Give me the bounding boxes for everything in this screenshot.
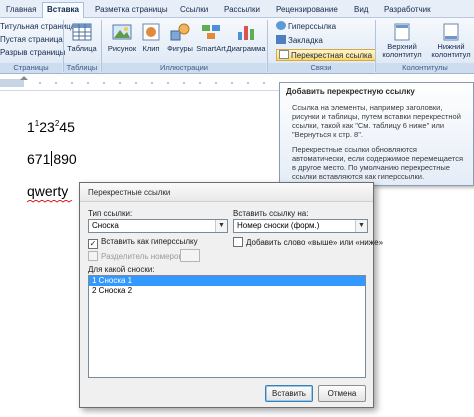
chart-icon: [238, 26, 254, 40]
tab-developer[interactable]: Разработчик: [380, 3, 435, 18]
chart-button[interactable]: Диаграмма: [226, 22, 266, 53]
cover-page-button[interactable]: Титульная страница: [0, 21, 75, 33]
insert-reference-to-select[interactable]: Номер сноски (форм.) ▼: [233, 219, 368, 233]
footnote-list[interactable]: 1 Сноска 1 2 Сноска 2: [88, 275, 366, 378]
picture-button[interactable]: Рисунок: [105, 22, 139, 53]
cross-reference-tooltip: Добавить перекрестную ссылку Ссылка на э…: [279, 82, 474, 186]
group-label-tables: Таблицы: [64, 63, 100, 73]
picture-icon: [112, 24, 132, 40]
footer-button[interactable]: Нижний колонтитул: [428, 22, 474, 59]
bookmark-button[interactable]: Закладка: [276, 35, 323, 47]
horizontal-ruler[interactable]: [0, 75, 280, 91]
reference-type-label: Тип ссылки:: [88, 209, 133, 218]
tab-references[interactable]: Ссылки: [176, 3, 212, 18]
table-button[interactable]: Таблица: [67, 22, 97, 53]
cross-reference-dialog: Перекрестные ссылки Тип ссылки: Сноска ▼…: [79, 182, 383, 408]
checkbox-empty-icon[interactable]: [233, 237, 243, 247]
list-item[interactable]: 1 Сноска 1: [89, 276, 365, 286]
header-button[interactable]: Верхний колонтитул: [379, 22, 425, 59]
clip-art-icon: [142, 23, 160, 41]
include-above-below-checkbox[interactable]: Добавить слово «выше» или «ниже»: [233, 237, 383, 247]
group-label-pages: Страницы: [0, 63, 62, 73]
shapes-button[interactable]: Фигуры: [164, 22, 196, 53]
document-line-2[interactable]: 671 890: [27, 151, 77, 167]
document-line-3[interactable]: qwerty: [27, 183, 68, 199]
cancel-button[interactable]: Отмена: [318, 385, 366, 402]
cross-reference-button[interactable]: Перекрестная ссылка: [276, 49, 377, 61]
table-icon: [72, 23, 92, 41]
blank-page-button[interactable]: Пустая страница: [0, 34, 63, 46]
cross-reference-icon: [279, 50, 289, 59]
tab-page-layout[interactable]: Разметка страницы: [91, 3, 172, 18]
list-item[interactable]: 2 Сноска 2: [89, 286, 365, 296]
checkmark-icon[interactable]: ✓: [88, 239, 98, 249]
insert-as-hyperlink-checkbox[interactable]: ✓ Вставить как гиперссылку: [88, 237, 198, 249]
header-icon: [394, 23, 410, 41]
tab-home[interactable]: Главная: [2, 3, 40, 18]
ribbon-tabbar: Главная Вставка Разметка страницы Ссылки…: [0, 0, 474, 19]
insert-button[interactable]: Вставить: [265, 385, 313, 402]
tooltip-paragraph-2: Перекрестные ссылки обновляются автомати…: [292, 145, 464, 181]
chevron-down-icon[interactable]: ▼: [215, 220, 227, 232]
smartart-icon: [202, 25, 220, 39]
globe-link-icon: [276, 21, 286, 30]
spelling-underline: [27, 200, 73, 203]
ruler-ticks: [0, 76, 265, 87]
page-break-button[interactable]: Разрыв страницы: [0, 47, 66, 59]
group-label-header-footer: Колонтитулы: [376, 63, 474, 73]
dialog-title[interactable]: Перекрестные ссылки: [80, 183, 373, 202]
group-label-links: Связи: [268, 63, 374, 73]
clip-art-button[interactable]: Клип: [140, 22, 162, 53]
which-footnote-label: Для какой сноски:: [88, 265, 155, 274]
footer-icon: [443, 23, 459, 41]
tab-view[interactable]: Вид: [350, 3, 372, 18]
reference-type-select[interactable]: Сноска ▼: [88, 219, 228, 233]
hyperlink-button[interactable]: Гиперссылка: [276, 21, 336, 33]
smartart-button[interactable]: SmartArt: [196, 22, 226, 53]
separator-input[interactable]: [180, 249, 200, 262]
tooltip-title: Добавить перекрестную ссылку: [286, 87, 415, 96]
tab-mailings[interactable]: Рассылки: [220, 3, 264, 18]
checkbox-empty-icon[interactable]: [88, 251, 98, 261]
tab-insert[interactable]: Вставка: [42, 2, 84, 19]
tooltip-paragraph-1: Ссылка на элементы, например заголовки, …: [292, 103, 461, 139]
tab-review[interactable]: Рецензирование: [272, 3, 342, 18]
group-label-illustrations: Иллюстрации: [102, 63, 266, 73]
document-line-1[interactable]: 1123245: [27, 119, 75, 135]
separate-numbers-checkbox[interactable]: Разделитель номеров: [88, 251, 183, 261]
ribbon: Титульная страница Пустая страница Разры…: [0, 18, 474, 74]
bookmark-icon: [276, 35, 286, 44]
insert-reference-to-label: Вставить ссылку на:: [233, 209, 309, 218]
chevron-down-icon[interactable]: ▼: [355, 220, 367, 232]
shapes-icon: [170, 23, 190, 41]
